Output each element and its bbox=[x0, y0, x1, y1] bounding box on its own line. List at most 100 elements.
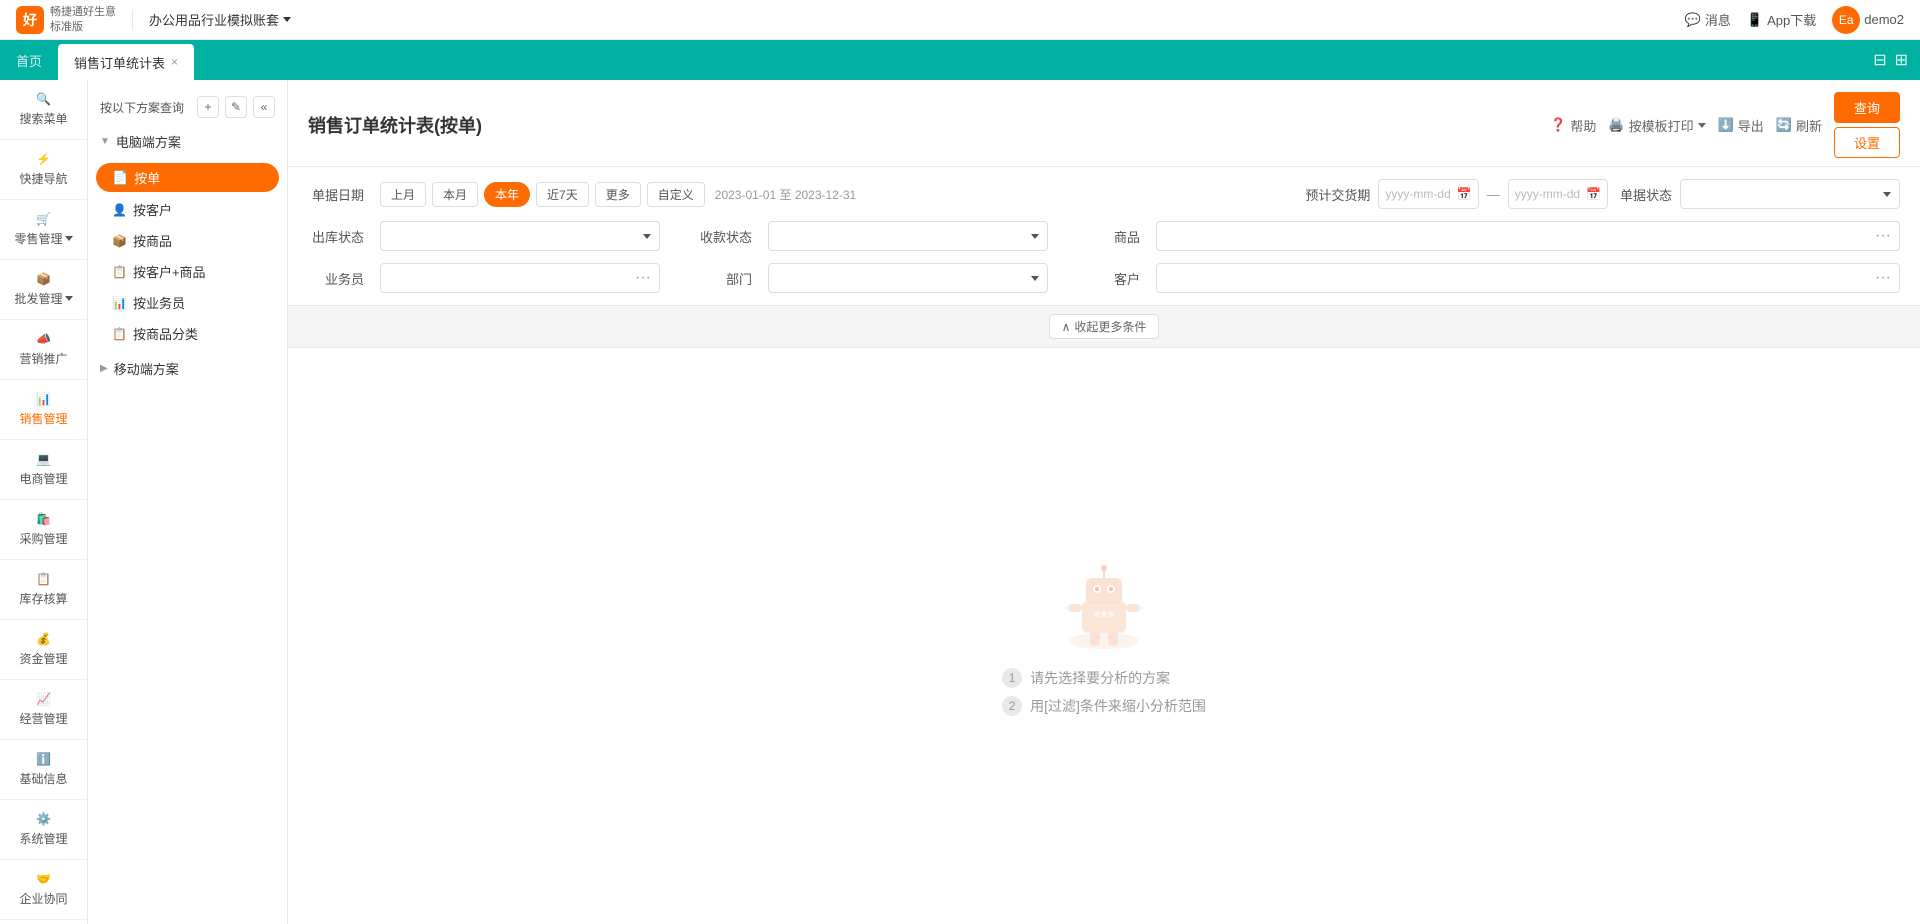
tree-item-by-customer[interactable]: 👤 按客户 bbox=[88, 194, 287, 225]
settings-button[interactable]: 设置 bbox=[1834, 127, 1900, 158]
calendar-icon-2: 📅 bbox=[1586, 187, 1601, 201]
delivery-date-to[interactable]: yyyy-mm-dd 📅 bbox=[1508, 179, 1608, 209]
edit-scheme-btn[interactable]: ✎ bbox=[225, 96, 247, 118]
expected-delivery-label: 预计交货期 bbox=[1305, 185, 1370, 204]
operations-icon: 📈 bbox=[36, 692, 51, 706]
tab-sales-order[interactable]: 销售订单统计表 × bbox=[58, 44, 194, 80]
refresh-btn[interactable]: 🔄 刷新 bbox=[1776, 116, 1822, 135]
calendar-icon: 📅 bbox=[1457, 187, 1472, 201]
by-customer-icon: 👤 bbox=[112, 203, 127, 217]
date-placeholder-text-2: yyyy-mm-dd bbox=[1515, 187, 1580, 201]
sidebar-item-retail[interactable]: 🛒 零售管理 bbox=[0, 200, 87, 260]
bill-status-select[interactable] bbox=[1680, 179, 1900, 209]
collapse-conditions-btn[interactable]: ∧ 收起更多条件 bbox=[1049, 314, 1160, 339]
date-btn-7days[interactable]: 近7天 bbox=[536, 182, 589, 207]
chevron-down-icon bbox=[65, 236, 73, 241]
tree-item-by-product-category[interactable]: 📋 按商品分类 bbox=[88, 318, 287, 349]
minimize-icon[interactable]: ⊟ bbox=[1873, 50, 1886, 70]
date-options-group: 上月 本月 本年 近7天 更多 自定义 2023-01-01 至 2023-12… bbox=[380, 182, 856, 207]
edit-icon: ✎ bbox=[231, 100, 241, 114]
customer-input[interactable]: ··· bbox=[1156, 263, 1900, 293]
bill-date-label: 单据日期 bbox=[308, 185, 364, 204]
collapse-arrow-icon: ∧ bbox=[1062, 320, 1071, 334]
sidebar-item-inventory[interactable]: 📋 库存核算 bbox=[0, 560, 87, 620]
tree-item-by-salesperson[interactable]: 📊 按业务员 bbox=[88, 287, 287, 318]
delivery-filter-group: 预计交货期 yyyy-mm-dd 📅 — yyyy-mm-dd 📅 单据状态 bbox=[1305, 179, 1900, 209]
date-btn-more[interactable]: 更多 bbox=[595, 182, 641, 207]
sidebar-item-search-menu[interactable]: 🔍 搜索菜单 bbox=[0, 80, 87, 140]
customer-dots-icon[interactable]: ··· bbox=[1875, 269, 1891, 287]
top-bar-right: 💬 消息 📱 App下载 Ea demo2 bbox=[1685, 6, 1904, 34]
tree-item-by-order[interactable]: 📄 按单 bbox=[96, 163, 279, 192]
tree-parent-mobile[interactable]: ▶ 移动端方案 bbox=[88, 353, 287, 384]
product-dots-icon[interactable]: ··· bbox=[1875, 227, 1891, 245]
template-print-btn[interactable]: 🖨️ 按模板打印 bbox=[1608, 116, 1705, 135]
sidebar-item-purchase[interactable]: 🛍️ 采购管理 bbox=[0, 500, 87, 560]
sidebar-item-system[interactable]: ⚙️ 系统管理 bbox=[0, 800, 87, 860]
delivery-date-from[interactable]: yyyy-mm-dd 📅 bbox=[1378, 179, 1478, 209]
date-btn-last-month[interactable]: 上月 bbox=[380, 182, 426, 207]
tree-item-by-customer-product[interactable]: 📋 按客户+商品 bbox=[88, 256, 287, 287]
refresh-icon: 🔄 bbox=[1776, 117, 1792, 133]
filter-row-3: 业务员 ··· 部门 客户 ··· bbox=[308, 263, 1900, 293]
date-btn-this-month[interactable]: 本月 bbox=[432, 182, 478, 207]
sidebar-item-wholesale[interactable]: 📦 批发管理 bbox=[0, 260, 87, 320]
app-download-btn[interactable]: 📱 App下载 bbox=[1747, 10, 1816, 29]
logo-area: 好 畅捷通好生意 标准版 bbox=[16, 5, 116, 34]
tree-item-by-product[interactable]: 📦 按商品 bbox=[88, 225, 287, 256]
product-label: 商品 bbox=[1084, 227, 1140, 246]
export-icon: ⬇️ bbox=[1718, 117, 1734, 133]
message-btn[interactable]: 💬 消息 bbox=[1685, 10, 1731, 29]
company-selector[interactable]: 办公用品行业模拟账套 bbox=[149, 10, 291, 29]
collapse-panel-btn[interactable]: « bbox=[253, 96, 275, 118]
sidebar-item-finance[interactable]: 💰 资金管理 bbox=[0, 620, 87, 680]
payment-status-select[interactable] bbox=[768, 221, 1048, 251]
date-btn-custom[interactable]: 自定义 bbox=[647, 182, 705, 207]
sidebar-item-newbie[interactable]: 🌟 新手引导 bbox=[0, 920, 87, 924]
tab-actions: ⊟ ⊞ bbox=[1873, 50, 1920, 70]
empty-tip-1: 1 请先选择要分析的方案 bbox=[1002, 668, 1206, 688]
payment-status-chevron-icon bbox=[1031, 234, 1039, 239]
tab-home[interactable]: 首页 bbox=[0, 40, 58, 80]
collapse-icon: « bbox=[261, 100, 268, 114]
export-btn[interactable]: ⬇️ 导出 bbox=[1718, 116, 1764, 135]
sidebar-item-basic-info[interactable]: ℹ️ 基础信息 bbox=[0, 740, 87, 800]
main-layout: 🔍 搜索菜单 ⚡ 快捷导航 🛒 零售管理 📦 批发管理 📣 营销推广 � bbox=[0, 80, 1920, 924]
logo-text: 畅捷通好生意 标准版 bbox=[50, 5, 116, 34]
data-area: 1 请先选择要分析的方案 2 用[过滤]条件来缩小分析范围 bbox=[288, 348, 1920, 924]
delivery-status-select[interactable] bbox=[380, 221, 660, 251]
tree-parent-pc[interactable]: ▼ 电脑端方案 bbox=[88, 126, 287, 157]
top-bar-left: 好 畅捷通好生意 标准版 办公用品行业模拟账套 bbox=[16, 5, 291, 34]
divider bbox=[132, 10, 133, 30]
salesperson-dots-icon[interactable]: ··· bbox=[635, 269, 651, 287]
sidebar-item-operations[interactable]: 📈 经营管理 bbox=[0, 680, 87, 740]
date-btn-this-year[interactable]: 本年 bbox=[484, 182, 530, 207]
search-icon: 🔍 bbox=[36, 92, 51, 106]
retail-icon: 🛒 bbox=[36, 212, 51, 226]
sidebar-item-sales[interactable]: 📊 销售管理 bbox=[0, 380, 87, 440]
marketing-icon: 📣 bbox=[36, 332, 51, 346]
enterprise-icon: 🤝 bbox=[36, 872, 51, 886]
product-input[interactable]: ··· bbox=[1156, 221, 1900, 251]
sidebar-item-marketing[interactable]: 📣 营销推广 bbox=[0, 320, 87, 380]
user-avatar-area[interactable]: Ea demo2 bbox=[1832, 6, 1904, 34]
tip-num-1: 1 bbox=[1002, 668, 1022, 688]
add-scheme-btn[interactable]: + bbox=[197, 96, 219, 118]
purchase-icon: 🛍️ bbox=[36, 512, 51, 526]
sidebar-item-enterprise[interactable]: 🤝 企业协同 bbox=[0, 860, 87, 920]
pc-section-items: 📄 按单 👤 按客户 📦 按商品 📋 按客户+商品 📊 bbox=[88, 157, 287, 353]
search-button[interactable]: 查询 bbox=[1834, 92, 1900, 123]
salesperson-input[interactable]: ··· bbox=[380, 263, 660, 293]
maximize-icon[interactable]: ⊞ bbox=[1895, 50, 1908, 70]
date-range-text: 2023-01-01 至 2023-12-31 bbox=[715, 186, 856, 203]
delivery-status-label: 出库状态 bbox=[308, 227, 364, 246]
system-icon: ⚙️ bbox=[36, 812, 51, 826]
top-bar: 好 畅捷通好生意 标准版 办公用品行业模拟账套 💬 消息 📱 App下载 Ea … bbox=[0, 0, 1920, 40]
left-panel-tools: + ✎ « bbox=[197, 96, 275, 118]
help-btn[interactable]: ❓ 帮助 bbox=[1550, 116, 1596, 135]
sidebar-item-ecommerce[interactable]: 💻 电商管理 bbox=[0, 440, 87, 500]
tab-close-icon[interactable]: × bbox=[171, 55, 178, 69]
chevron-down-icon bbox=[65, 296, 73, 301]
sidebar-item-quick-nav[interactable]: ⚡ 快捷导航 bbox=[0, 140, 87, 200]
department-select[interactable] bbox=[768, 263, 1048, 293]
